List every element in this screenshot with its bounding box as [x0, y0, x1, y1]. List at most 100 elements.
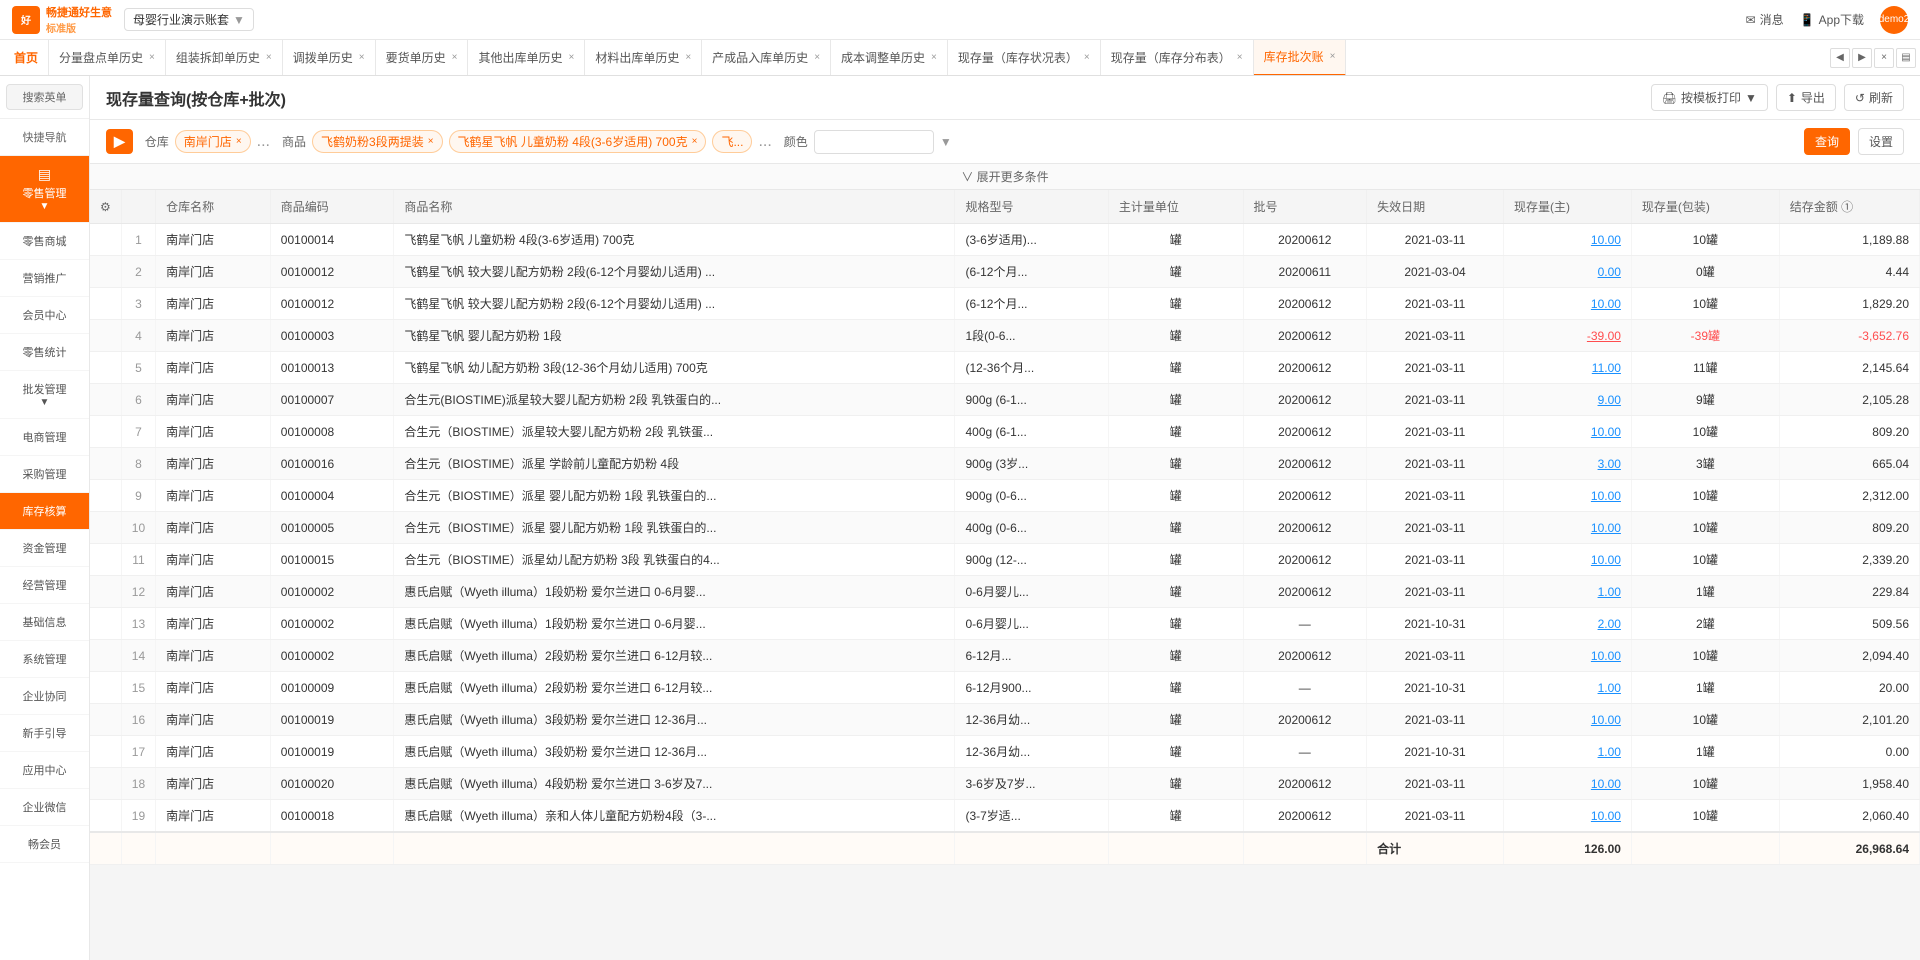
sidebar-item-huiyuanzhongxin[interactable]: 会员中心 [0, 297, 89, 334]
cell-stock-main[interactable]: 10.00 [1503, 288, 1631, 320]
close-icon[interactable]: × [568, 52, 574, 63]
cell-stock-main[interactable]: 0.00 [1503, 256, 1631, 288]
color-input[interactable] [814, 130, 934, 154]
user-area[interactable]: demo2 [1880, 6, 1908, 34]
cell-unit: 罐 [1108, 544, 1243, 576]
cell-balance: -3,652.76 [1779, 320, 1919, 352]
cell-stock-main[interactable]: -39.00 [1503, 320, 1631, 352]
sidebar-item-qiyeweixin[interactable]: 企业微信 [0, 789, 89, 826]
cell-warehouse: 南岸门店 [156, 352, 271, 384]
sidebar-item-dianshangguan[interactable]: 电商管理 [0, 419, 89, 456]
close-icon[interactable]: × [1237, 52, 1243, 63]
cell-stock-main[interactable]: 1.00 [1503, 672, 1631, 704]
close-icon[interactable]: × [452, 52, 458, 63]
export-btn[interactable]: ⬆ 导出 [1776, 84, 1836, 111]
cell-batch: 20200612 [1243, 768, 1367, 800]
cell-balance: 809.20 [1779, 416, 1919, 448]
cell-stock-main[interactable]: 10.00 [1503, 544, 1631, 576]
sidebar-item-lingshoulguanli[interactable]: ▤ 零售管理 ▼ [0, 156, 89, 223]
tab-xianzai1[interactable]: 现存量（库存状况表） × [948, 40, 1101, 76]
cell-stock-main[interactable]: 10.00 [1503, 704, 1631, 736]
cell-spec: 900g (6-1... [955, 384, 1108, 416]
cell-stock-main[interactable]: 11.00 [1503, 352, 1631, 384]
col-warehouse: 仓库名称 [156, 190, 271, 224]
nav-next-btn[interactable]: ▶ [1852, 48, 1872, 68]
settings-btn[interactable]: 设置 [1858, 128, 1904, 155]
close-icon[interactable]: × [359, 52, 365, 63]
nav-close-btn[interactable]: × [1874, 48, 1894, 68]
sidebar-item-kucunhecha[interactable]: 库存核算 [0, 493, 89, 530]
tab-cailiao[interactable]: 材料出库单历史 × [585, 40, 702, 76]
tab-zuchaicha[interactable]: 组装拆卸单历史 × [166, 40, 283, 76]
nav-prev-btn[interactable]: ◀ [1830, 48, 1850, 68]
sidebar-item-lingshouchengpin[interactable]: 零售商城 [0, 223, 89, 260]
cell-stock-main[interactable]: 10.00 [1503, 416, 1631, 448]
close-icon[interactable]: × [685, 52, 691, 63]
app-download-btn[interactable]: 📱 App下载 [1800, 11, 1864, 28]
close-icon[interactable]: × [266, 52, 272, 63]
close-icon[interactable]: × [931, 52, 937, 63]
sidebar-item-yingxiaotuguan[interactable]: 营销推广 [0, 260, 89, 297]
cell-stock-main[interactable]: 2.00 [1503, 608, 1631, 640]
cell-code: 00100015 [270, 544, 394, 576]
workspace-selector[interactable]: 母婴行业演示账套 ▼ [124, 8, 254, 31]
tab-home[interactable]: 首页 [4, 40, 49, 76]
filter-remove-warehouse[interactable]: × [236, 136, 242, 147]
cell-stock-main[interactable]: 3.00 [1503, 448, 1631, 480]
cell-stock-main[interactable]: 10.00 [1503, 640, 1631, 672]
tab-qita[interactable]: 其他出库单历史 × [468, 40, 585, 76]
filter-more-warehouse[interactable]: ... [257, 133, 270, 151]
tab-chengben[interactable]: 成本调整单历史 × [831, 40, 948, 76]
nav-more-btn[interactable]: ▤ [1896, 48, 1916, 68]
close-icon[interactable]: × [1330, 51, 1336, 62]
cell-stock-main[interactable]: 1.00 [1503, 576, 1631, 608]
cell-stock-main[interactable]: 1.00 [1503, 736, 1631, 768]
sidebar-item-xinyinyindao[interactable]: 新手引导 [0, 715, 89, 752]
refresh-btn[interactable]: ↺ 刷新 [1844, 84, 1904, 111]
tab-xianzai2[interactable]: 现存量（库存分布表） × [1101, 40, 1254, 76]
tab-kupicici[interactable]: 库存批次账 × [1254, 40, 1347, 76]
filter-expand-btn[interactable]: ▶ [106, 129, 133, 154]
sidebar-item-changhui[interactable]: 畅会员 [0, 826, 89, 863]
filter-remove-product1[interactable]: × [428, 136, 434, 147]
sidebar-item-yingyongzhongxin[interactable]: 应用中心 [0, 752, 89, 789]
table-row: 16南岸门店00100019惠氏启赋（Wyeth illuma）3段奶粉 爱尔兰… [90, 704, 1920, 736]
tab-yaohuo[interactable]: 要货单历史 × [376, 40, 469, 76]
cell-balance: 1,189.88 [1779, 224, 1919, 256]
close-icon[interactable]: × [814, 52, 820, 63]
print-btn[interactable]: 🖨 按模板打印 ▼ [1651, 84, 1768, 111]
sidebar-item-qiyexietong[interactable]: 企业协同 [0, 678, 89, 715]
cell-stock-main[interactable]: 9.00 [1503, 384, 1631, 416]
query-btn[interactable]: 查询 [1804, 128, 1850, 155]
close-icon[interactable]: × [1084, 52, 1090, 63]
close-icon[interactable]: × [149, 52, 155, 63]
cell-expiry: 2021-03-11 [1367, 640, 1504, 672]
search-button[interactable]: 搜索英单 [6, 84, 83, 110]
cell-stock-main[interactable]: 10.00 [1503, 480, 1631, 512]
cell-code: 00100013 [270, 352, 394, 384]
filter-more-product[interactable]: ... [758, 133, 771, 151]
tab-tiaopi[interactable]: 调拨单历史 × [283, 40, 376, 76]
cell-expiry: 2021-10-31 [1367, 736, 1504, 768]
sidebar-item-jichuxinxi[interactable]: 基础信息 [0, 604, 89, 641]
table-container[interactable]: ⚙ 仓库名称 商品编码 商品名称 规格型号 主计量单位 批号 失效日期 现存量(… [90, 190, 1920, 960]
cell-rownum: 8 [121, 448, 155, 480]
cell-stock-main[interactable]: 10.00 [1503, 768, 1631, 800]
expand-more-btn[interactable]: ∨ 展开更多条件 [961, 168, 1048, 185]
tab-chengpin[interactable]: 产成品入库单历史 × [702, 40, 831, 76]
cell-stock-main[interactable]: 10.00 [1503, 512, 1631, 544]
cell-stock-main[interactable]: 10.00 [1503, 224, 1631, 256]
sidebar-item-xitongguanli[interactable]: 系统管理 [0, 641, 89, 678]
cell-spec: 400g (0-6... [955, 512, 1108, 544]
sidebar-item-caigouguan[interactable]: 采购管理 [0, 456, 89, 493]
col-settings[interactable]: ⚙ [90, 190, 121, 224]
filter-remove-product2[interactable]: × [692, 136, 698, 147]
tab-fenliangpandian[interactable]: 分量盘点单历史 × [49, 40, 166, 76]
cell-stock-main[interactable]: 10.00 [1503, 800, 1631, 833]
sidebar-item-zijinguan[interactable]: 资金管理 [0, 530, 89, 567]
sidebar-item-lingshoutongji[interactable]: 零售统计 [0, 334, 89, 371]
sidebar-item-jingyinguan[interactable]: 经营管理 [0, 567, 89, 604]
sidebar-item-pifaguanli[interactable]: 批发管理 ▼ [0, 371, 89, 419]
message-btn[interactable]: ✉ 消息 [1746, 11, 1784, 28]
quick-nav-button[interactable]: 快捷导航 [6, 125, 83, 149]
